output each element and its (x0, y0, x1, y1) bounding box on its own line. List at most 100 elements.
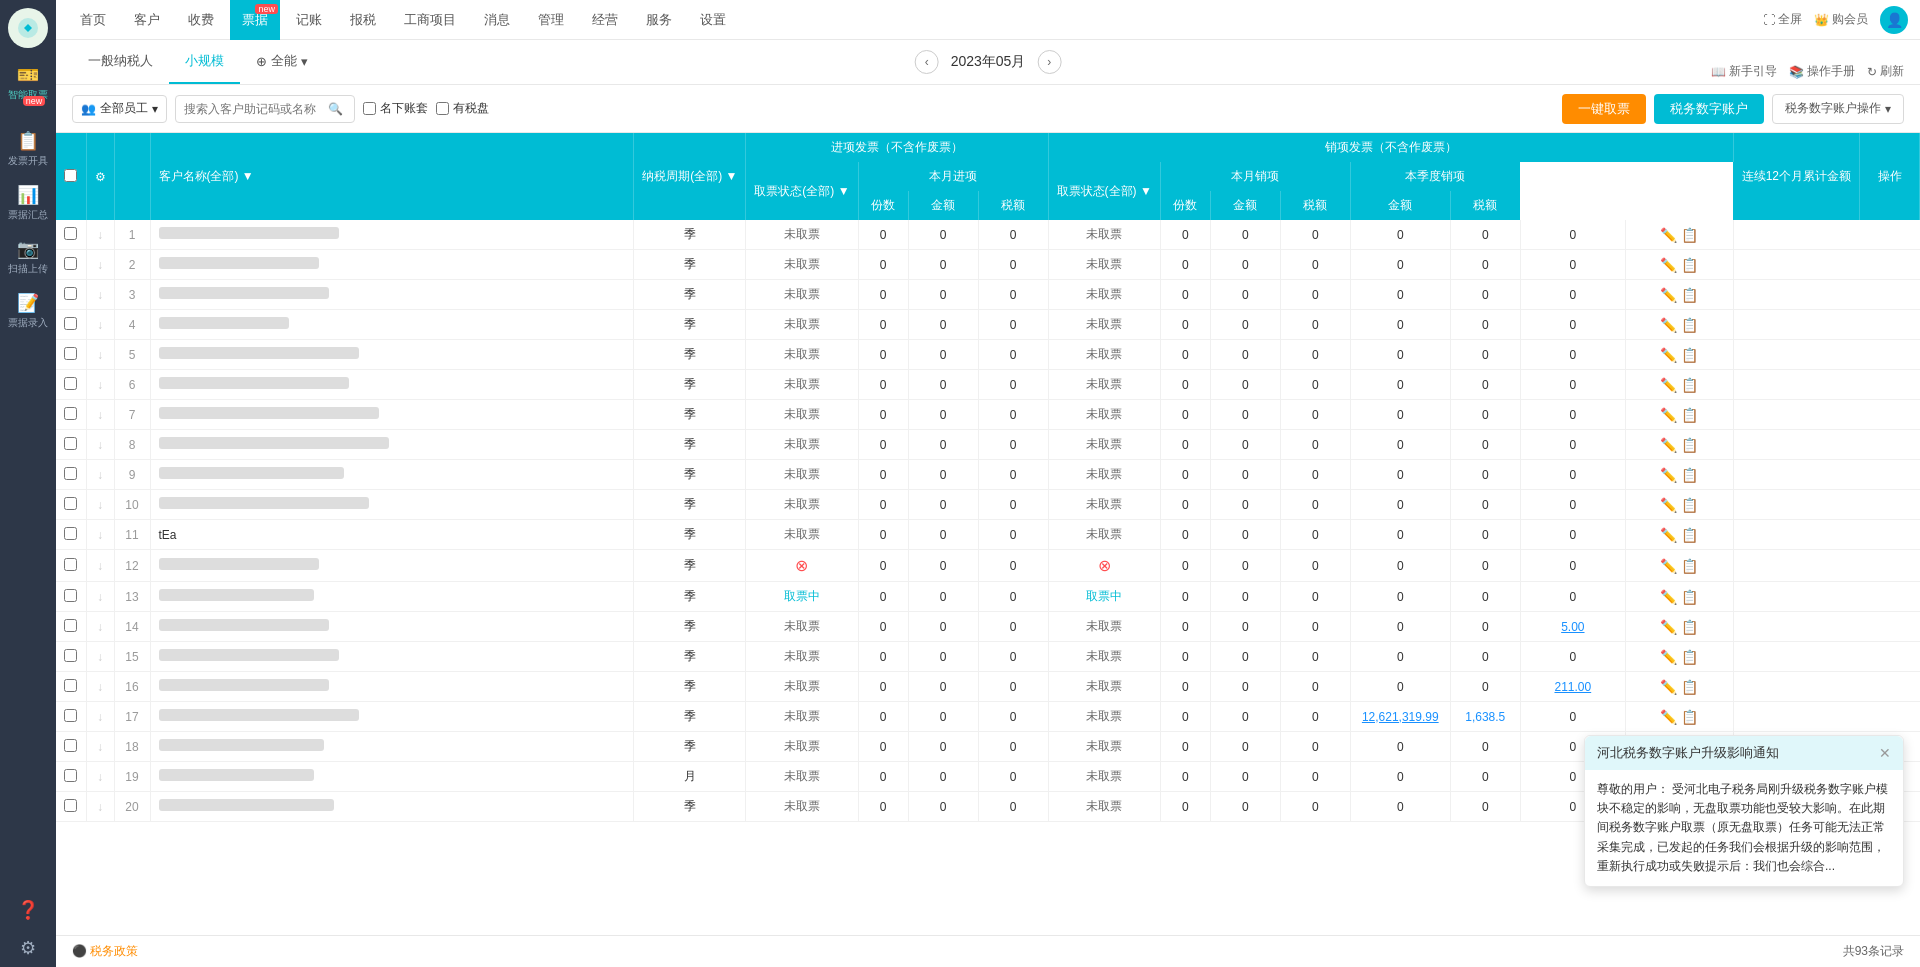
copy-icon[interactable]: 📋 (1681, 257, 1698, 273)
youshui-checkbox-label[interactable]: 有税盘 (436, 100, 489, 117)
sidebar-item-help[interactable]: ❓ (17, 891, 39, 929)
edit-icon[interactable]: ✏️ (1660, 227, 1677, 243)
edit-icon[interactable]: ✏️ (1660, 287, 1677, 303)
row-checkbox[interactable] (64, 377, 77, 390)
youshui-checkbox[interactable] (436, 102, 449, 115)
copy-icon[interactable]: 📋 (1681, 527, 1698, 543)
edit-icon[interactable]: ✏️ (1660, 437, 1677, 453)
row-checkbox[interactable] (64, 799, 77, 812)
customer-search[interactable]: 🔍 (175, 95, 355, 123)
shuiwu-caozuo-button[interactable]: 税务数字账户操作 ▾ (1772, 94, 1904, 124)
tab-yiban[interactable]: 一般纳税人 (72, 40, 169, 84)
sidebar-item-fapiaokaiju[interactable]: 📋 发票开具 (0, 122, 56, 176)
row-checkbox[interactable] (64, 589, 77, 602)
sidebar-item-zhineng[interactable]: 🎫 智能取票 new (0, 56, 56, 122)
employee-select[interactable]: 👥 全部员工 ▾ (72, 95, 167, 123)
th-period[interactable]: 纳税周期(全部) ▼ (634, 133, 746, 220)
tab-xiaogui[interactable]: 小规模 (169, 40, 240, 84)
th-jinxiao-status[interactable]: 取票状态(全部) ▼ (746, 162, 858, 220)
nav-shoufei[interactable]: 收费 (176, 0, 226, 40)
zhangdan-checkbox[interactable] (363, 102, 376, 115)
prev-month-button[interactable]: ‹ (915, 50, 939, 74)
row-checkbox[interactable] (64, 619, 77, 632)
copy-icon[interactable]: 📋 (1681, 437, 1698, 453)
edit-icon[interactable]: ✏️ (1660, 257, 1677, 273)
copy-icon[interactable]: 📋 (1681, 679, 1698, 695)
new-guide-button[interactable]: 📖 新手引导 (1711, 63, 1777, 80)
zhangdan-checkbox-label[interactable]: 名下账套 (363, 100, 428, 117)
edit-icon[interactable]: ✏️ (1660, 709, 1677, 725)
nav-jizhan[interactable]: 记账 (284, 0, 334, 40)
copy-icon[interactable]: 📋 (1681, 497, 1698, 513)
row-checkbox[interactable] (64, 679, 77, 692)
sidebar-item-scan[interactable]: 📷 扫描上传 (0, 230, 56, 284)
edit-icon[interactable]: ✏️ (1660, 527, 1677, 543)
lianxu-link[interactable]: 5.00 (1561, 620, 1584, 634)
row-checkbox[interactable] (64, 709, 77, 722)
nav-baoshui[interactable]: 报税 (338, 0, 388, 40)
copy-icon[interactable]: 📋 (1681, 467, 1698, 483)
sidebar-item-fplurun[interactable]: 📝 票据录入 (0, 284, 56, 338)
copy-icon[interactable]: 📋 (1681, 558, 1698, 574)
refresh-button[interactable]: ↻ 刷新 (1867, 63, 1904, 80)
copy-icon[interactable]: 📋 (1681, 649, 1698, 665)
tab-quanbu[interactable]: ⊕ 全能 ▾ (240, 40, 324, 84)
sidebar-item-settings[interactable]: ⚙ (17, 929, 39, 967)
search-input[interactable] (184, 102, 324, 116)
edit-icon[interactable]: ✏️ (1660, 407, 1677, 423)
copy-icon[interactable]: 📋 (1681, 347, 1698, 363)
row-checkbox[interactable] (64, 558, 77, 571)
nav-home[interactable]: 首页 (68, 0, 118, 40)
nav-xiaoxi[interactable]: 消息 (472, 0, 522, 40)
notification-close-button[interactable]: ✕ (1879, 745, 1891, 761)
th-name[interactable]: 客户名称(全部) ▼ (150, 133, 634, 220)
th-xiaoxiao-status[interactable]: 取票状态(全部) ▼ (1048, 162, 1160, 220)
edit-icon[interactable]: ✏️ (1660, 558, 1677, 574)
manual-button[interactable]: 📚 操作手册 (1789, 63, 1855, 80)
th-settings[interactable]: ⚙ (86, 133, 114, 220)
next-month-button[interactable]: › (1037, 50, 1061, 74)
row-checkbox[interactable] (64, 257, 77, 270)
row-checkbox[interactable] (64, 739, 77, 752)
copy-icon[interactable]: 📋 (1681, 619, 1698, 635)
copy-icon[interactable]: 📋 (1681, 407, 1698, 423)
edit-icon[interactable]: ✏️ (1660, 347, 1677, 363)
sidebar-item-fphuizong[interactable]: 📊 票据汇总 (0, 176, 56, 230)
user-avatar[interactable]: 👤 (1880, 6, 1908, 34)
edit-icon[interactable]: ✏️ (1660, 317, 1677, 333)
nav-shezhi[interactable]: 设置 (688, 0, 738, 40)
nav-kehu[interactable]: 客户 (122, 0, 172, 40)
copy-icon[interactable]: 📋 (1681, 709, 1698, 725)
row-checkbox[interactable] (64, 317, 77, 330)
row-checkbox[interactable] (64, 467, 77, 480)
edit-icon[interactable]: ✏️ (1660, 589, 1677, 605)
row-checkbox[interactable] (64, 649, 77, 662)
row-checkbox[interactable] (64, 287, 77, 300)
row-checkbox[interactable] (64, 437, 77, 450)
edit-icon[interactable]: ✏️ (1660, 497, 1677, 513)
select-all-checkbox[interactable] (64, 169, 77, 182)
edit-icon[interactable]: ✏️ (1660, 679, 1677, 695)
yijian-qupiao-button[interactable]: 一键取票 (1562, 94, 1646, 124)
edit-icon[interactable]: ✏️ (1660, 649, 1677, 665)
vip-button[interactable]: 👑 购会员 (1814, 11, 1868, 28)
edit-icon[interactable]: ✏️ (1660, 377, 1677, 393)
row-checkbox[interactable] (64, 347, 77, 360)
nav-jingying[interactable]: 经营 (580, 0, 630, 40)
row-checkbox[interactable] (64, 497, 77, 510)
copy-icon[interactable]: 📋 (1681, 287, 1698, 303)
row-checkbox[interactable] (64, 227, 77, 240)
copy-icon[interactable]: 📋 (1681, 227, 1698, 243)
copy-icon[interactable]: 📋 (1681, 377, 1698, 393)
copy-icon[interactable]: 📋 (1681, 317, 1698, 333)
edit-icon[interactable]: ✏️ (1660, 467, 1677, 483)
nav-gongshang[interactable]: 工商项目 (392, 0, 468, 40)
row-checkbox[interactable] (64, 527, 77, 540)
nav-fuwu[interactable]: 服务 (634, 0, 684, 40)
copy-icon[interactable]: 📋 (1681, 589, 1698, 605)
row-checkbox[interactable] (64, 769, 77, 782)
th-select[interactable] (56, 133, 86, 220)
benji-je-link[interactable]: 12,621,319.99 (1362, 710, 1439, 724)
lianxu-link[interactable]: 211.00 (1554, 680, 1591, 694)
nav-piaoju[interactable]: 票据 new (230, 0, 280, 40)
